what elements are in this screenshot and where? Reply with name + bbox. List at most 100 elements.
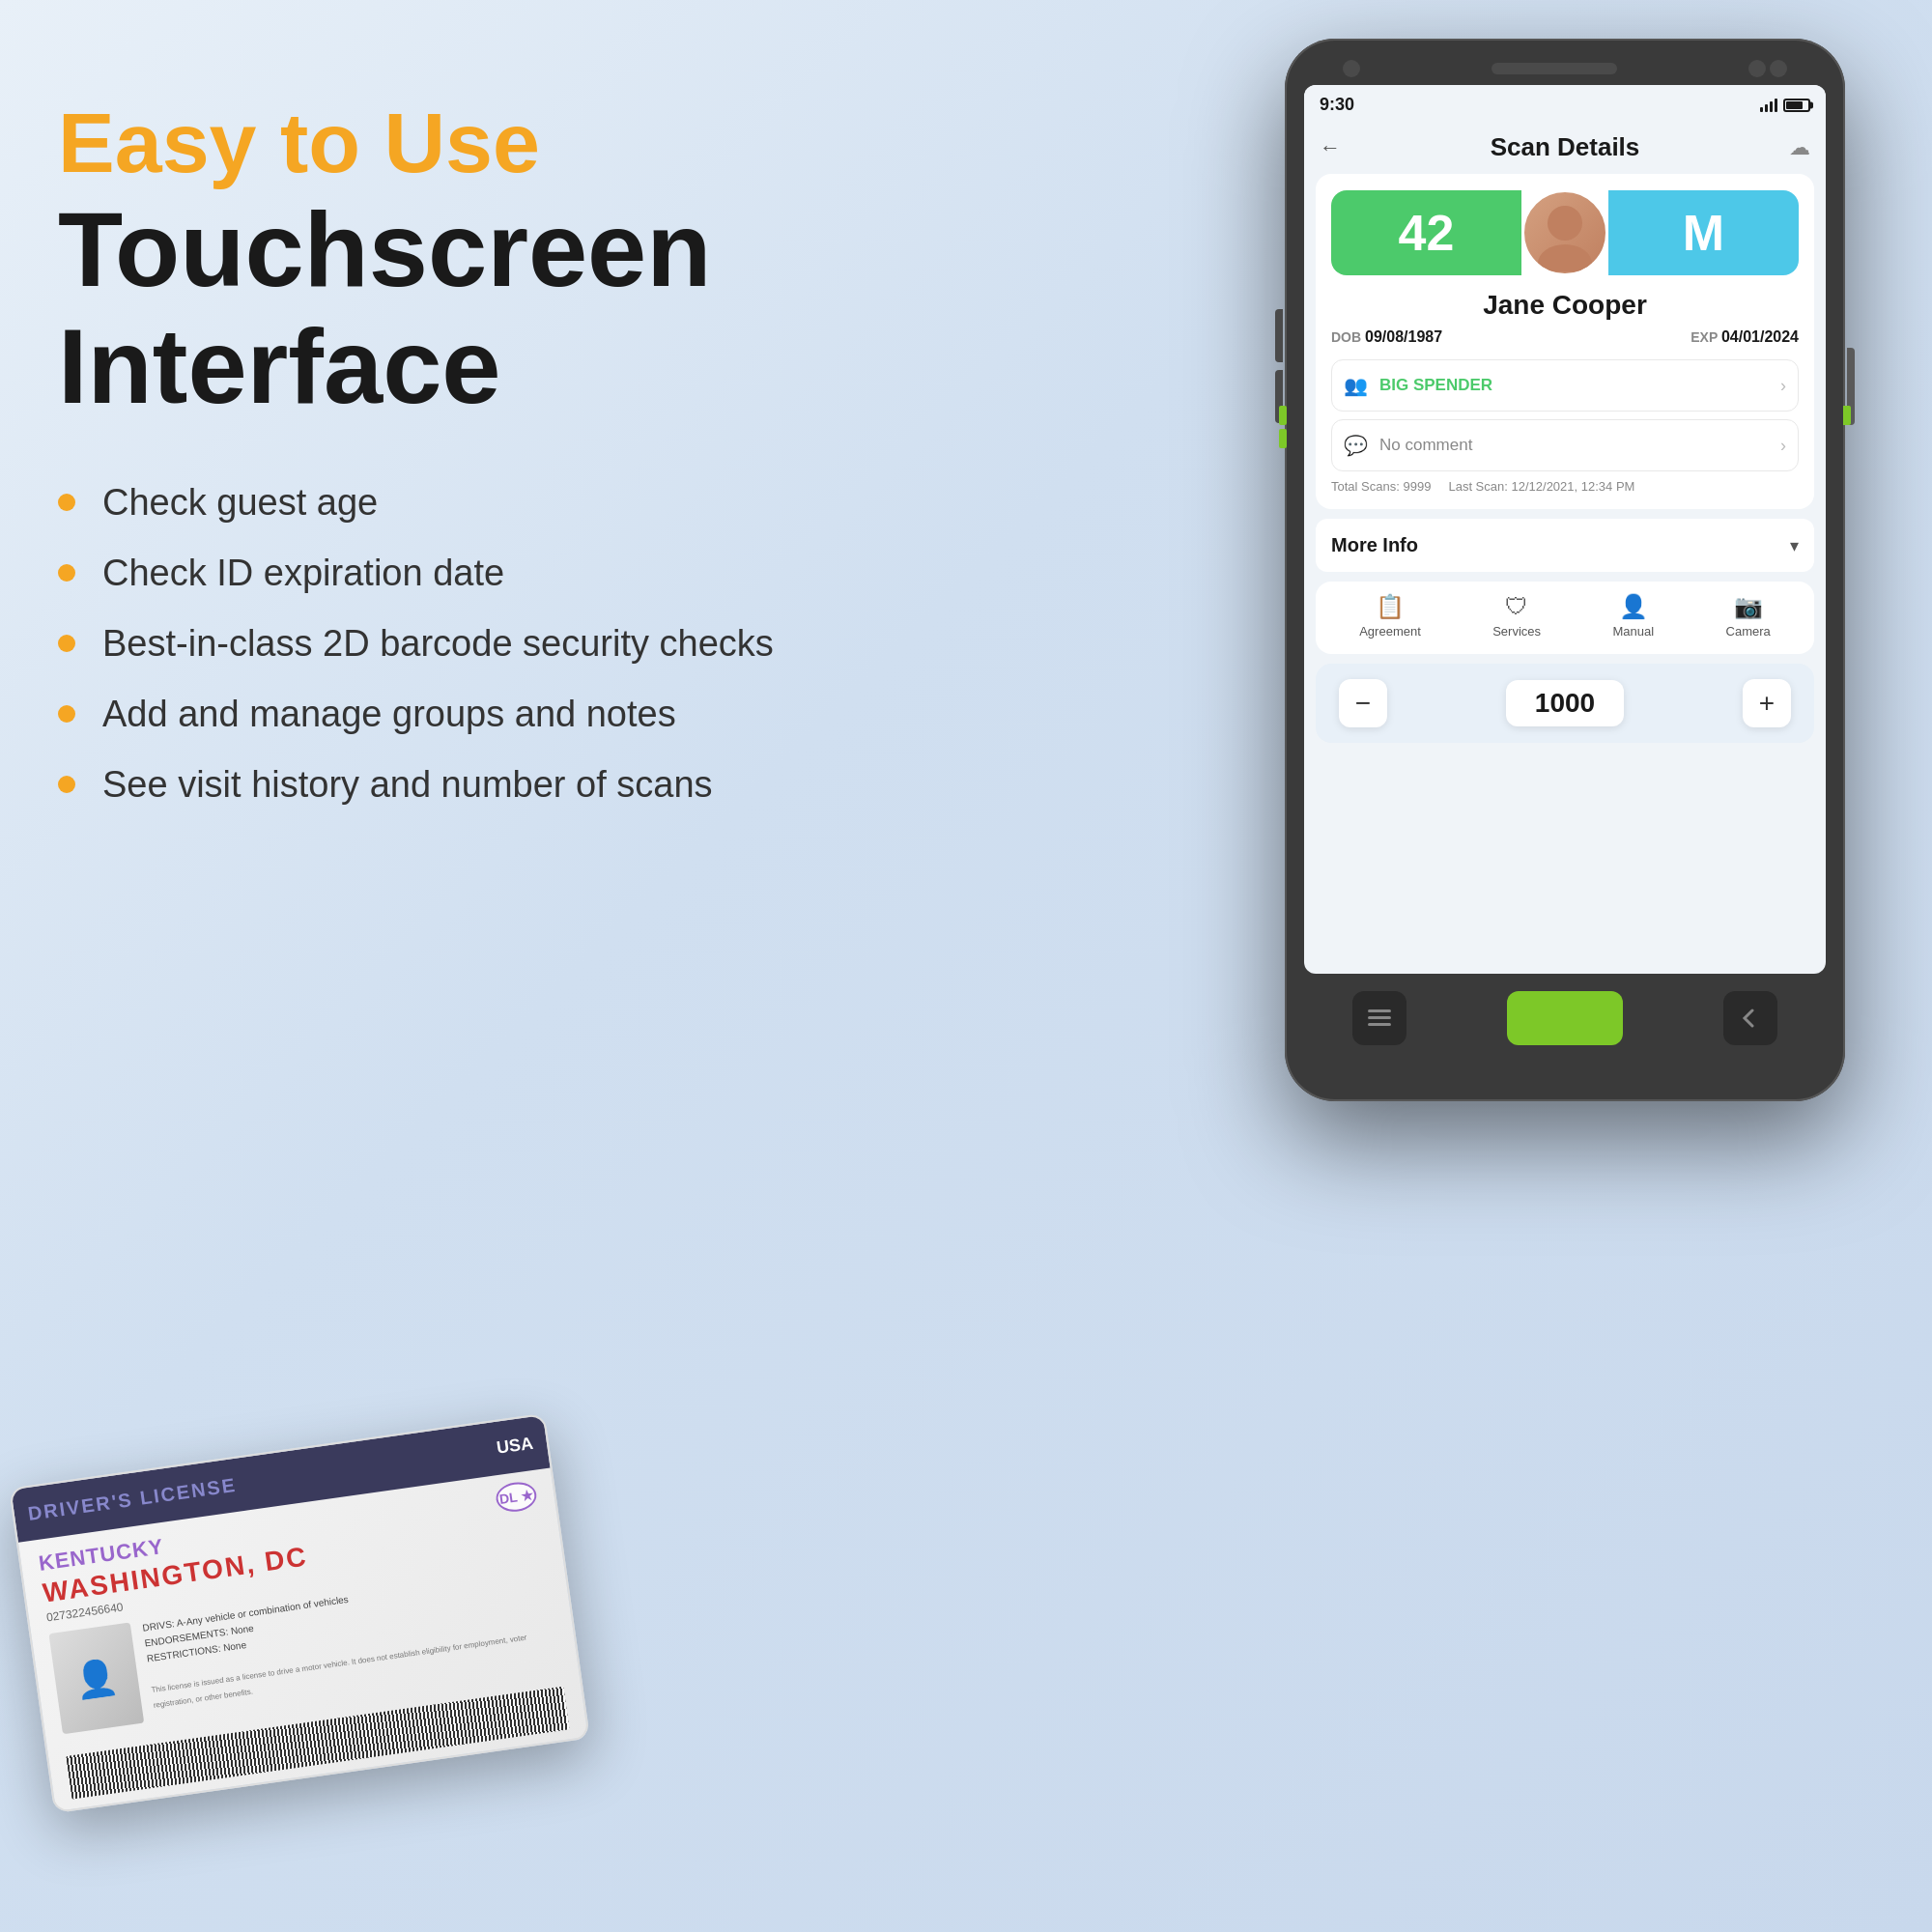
last-scan-value: 12/12/2021, 12:34 PM: [1512, 479, 1635, 494]
comment-icon: 💬: [1344, 434, 1368, 457]
bullet-dot: [58, 635, 75, 652]
nav-agreement[interactable]: 📋 Agreement: [1359, 593, 1421, 639]
scan-meta: Total Scans: 9999 Last Scan: 12/12/2021,…: [1331, 479, 1799, 494]
svg-point-0: [1548, 206, 1582, 241]
counter-minus-button[interactable]: −: [1339, 679, 1387, 727]
total-scans-value: 9999: [1403, 479, 1431, 494]
svg-point-1: [1538, 244, 1592, 271]
app-header: ← Scan Details ☁: [1304, 121, 1826, 174]
last-scan-label: Last Scan:: [1448, 479, 1507, 494]
services-icon: 🛡: [1505, 593, 1528, 620]
age-gender-row: 42 M: [1331, 189, 1799, 276]
phone-bottom-bar: [1304, 978, 1826, 1059]
back-button[interactable]: ←: [1320, 135, 1341, 160]
group-label: BIG SPENDER: [1379, 376, 1492, 395]
back-hardware-button[interactable]: [1723, 991, 1777, 1045]
signal-icon: [1760, 99, 1777, 112]
comment-row[interactable]: 💬 No comment ›: [1331, 419, 1799, 471]
more-info-label: More Info: [1331, 534, 1418, 556]
menu-hardware-button[interactable]: [1352, 991, 1406, 1045]
phone-wrapper: 9:30 ← Scan Details ☁: [1285, 39, 1845, 1101]
bullet-item-3: Best-in-class 2D barcode security checks: [58, 623, 831, 665]
license-state-label: DRIVER'S LICENSE: [26, 1474, 238, 1525]
dob-field: DOB 09/08/1987: [1331, 328, 1442, 346]
nav-services[interactable]: 🛡 Services: [1492, 593, 1541, 639]
svg-rect-4: [1368, 1023, 1391, 1026]
license-usa-label: USA: [496, 1434, 535, 1459]
indicator-dots: [1748, 60, 1787, 77]
status-icons: [1760, 99, 1810, 112]
bullet-dot: [58, 494, 75, 511]
green-accent-right: [1843, 406, 1851, 425]
person-name: Jane Cooper: [1331, 290, 1799, 321]
exp-value: 04/01/2024: [1721, 328, 1799, 345]
exp-field: EXP 04/01/2024: [1690, 328, 1799, 346]
camera-icon: 📷: [1734, 593, 1763, 620]
bottom-nav: 📋 Agreement 🛡 Services 👤 Manual 📷 Camera: [1316, 582, 1814, 654]
svg-rect-3: [1368, 1016, 1391, 1019]
indicator-dot-1: [1748, 60, 1766, 77]
more-info-row[interactable]: More Info ▾: [1316, 519, 1814, 572]
counter-value: 1000: [1506, 680, 1624, 726]
scan-hardware-button[interactable]: [1507, 991, 1623, 1045]
agreement-icon: 📋: [1376, 593, 1405, 620]
profile-section: 42 M Jane Cooper DOB 09/08/1987 EXP 04/0…: [1316, 174, 1814, 509]
bullet-dot: [58, 564, 75, 582]
manual-icon: 👤: [1619, 593, 1648, 620]
bullet-item-2: Check ID expiration date: [58, 553, 831, 594]
headline-line2: Touchscreen Interface: [58, 190, 831, 424]
exp-label: EXP: [1690, 329, 1721, 345]
total-scans-label: Total Scans:: [1331, 479, 1400, 494]
bullet-dot: [58, 705, 75, 723]
gender-badge: M: [1608, 190, 1799, 275]
dob-value: 09/08/1987: [1365, 328, 1442, 345]
age-badge: 42: [1331, 190, 1521, 275]
person-details: DOB 09/08/1987 EXP 04/01/2024: [1331, 328, 1799, 346]
battery-fill: [1786, 101, 1803, 109]
comment-chevron-icon: ›: [1780, 436, 1786, 456]
nav-manual-label: Manual: [1612, 624, 1654, 639]
bullet-dot: [58, 776, 75, 793]
comment-label: No comment: [1379, 436, 1472, 455]
phone-top-cameras: [1304, 60, 1826, 77]
battery-icon: [1783, 99, 1810, 112]
front-camera: [1343, 60, 1360, 77]
nav-services-label: Services: [1492, 624, 1541, 639]
phone-device: 9:30 ← Scan Details ☁: [1285, 39, 1845, 1101]
status-time: 9:30: [1320, 95, 1354, 115]
group-row[interactable]: 👥 BIG SPENDER ›: [1331, 359, 1799, 412]
avatar: [1521, 189, 1608, 276]
group-chevron-icon: ›: [1780, 376, 1786, 396]
counter-plus-button[interactable]: +: [1743, 679, 1791, 727]
indicator-dot-2: [1770, 60, 1787, 77]
bullet-item-5: See visit history and number of scans: [58, 764, 831, 806]
speaker-grille: [1492, 63, 1617, 74]
nav-agreement-label: Agreement: [1359, 624, 1421, 639]
phone-screen: 9:30 ← Scan Details ☁: [1304, 85, 1826, 974]
more-info-chevron-icon: ▾: [1790, 535, 1799, 556]
feature-list: Check guest age Check ID expiration date…: [58, 482, 831, 806]
group-row-left: 👥 BIG SPENDER: [1344, 374, 1492, 397]
green-accent-left-2: [1279, 429, 1287, 448]
dob-label: DOB: [1331, 329, 1365, 345]
status-bar: 9:30: [1304, 85, 1826, 121]
counter-row: − 1000 +: [1316, 664, 1814, 743]
comment-row-left: 💬 No comment: [1344, 434, 1472, 457]
svg-rect-2: [1368, 1009, 1391, 1012]
group-icon: 👥: [1344, 374, 1368, 397]
left-panel: Easy to Use Touchscreen Interface Check …: [58, 97, 831, 835]
nav-camera-label: Camera: [1726, 624, 1771, 639]
license-card: DRIVER'S LICENSE USA KENTUCKY WASHINGTON…: [9, 1413, 590, 1814]
cloud-sync-icon[interactable]: ☁: [1789, 135, 1810, 160]
headline-orange: Easy to Use: [58, 97, 831, 190]
nav-camera[interactable]: 📷 Camera: [1726, 593, 1771, 639]
volume-up-btn[interactable]: [1275, 309, 1283, 362]
nav-manual[interactable]: 👤 Manual: [1612, 593, 1654, 639]
green-accent-left: [1279, 406, 1287, 425]
screen-title: Scan Details: [1491, 132, 1640, 162]
green-accents-left: [1279, 406, 1287, 448]
license-photo: 👤: [48, 1623, 144, 1735]
bullet-item-1: Check guest age: [58, 482, 831, 524]
green-accents-right: [1843, 406, 1851, 425]
bullet-item-4: Add and manage groups and notes: [58, 694, 831, 735]
